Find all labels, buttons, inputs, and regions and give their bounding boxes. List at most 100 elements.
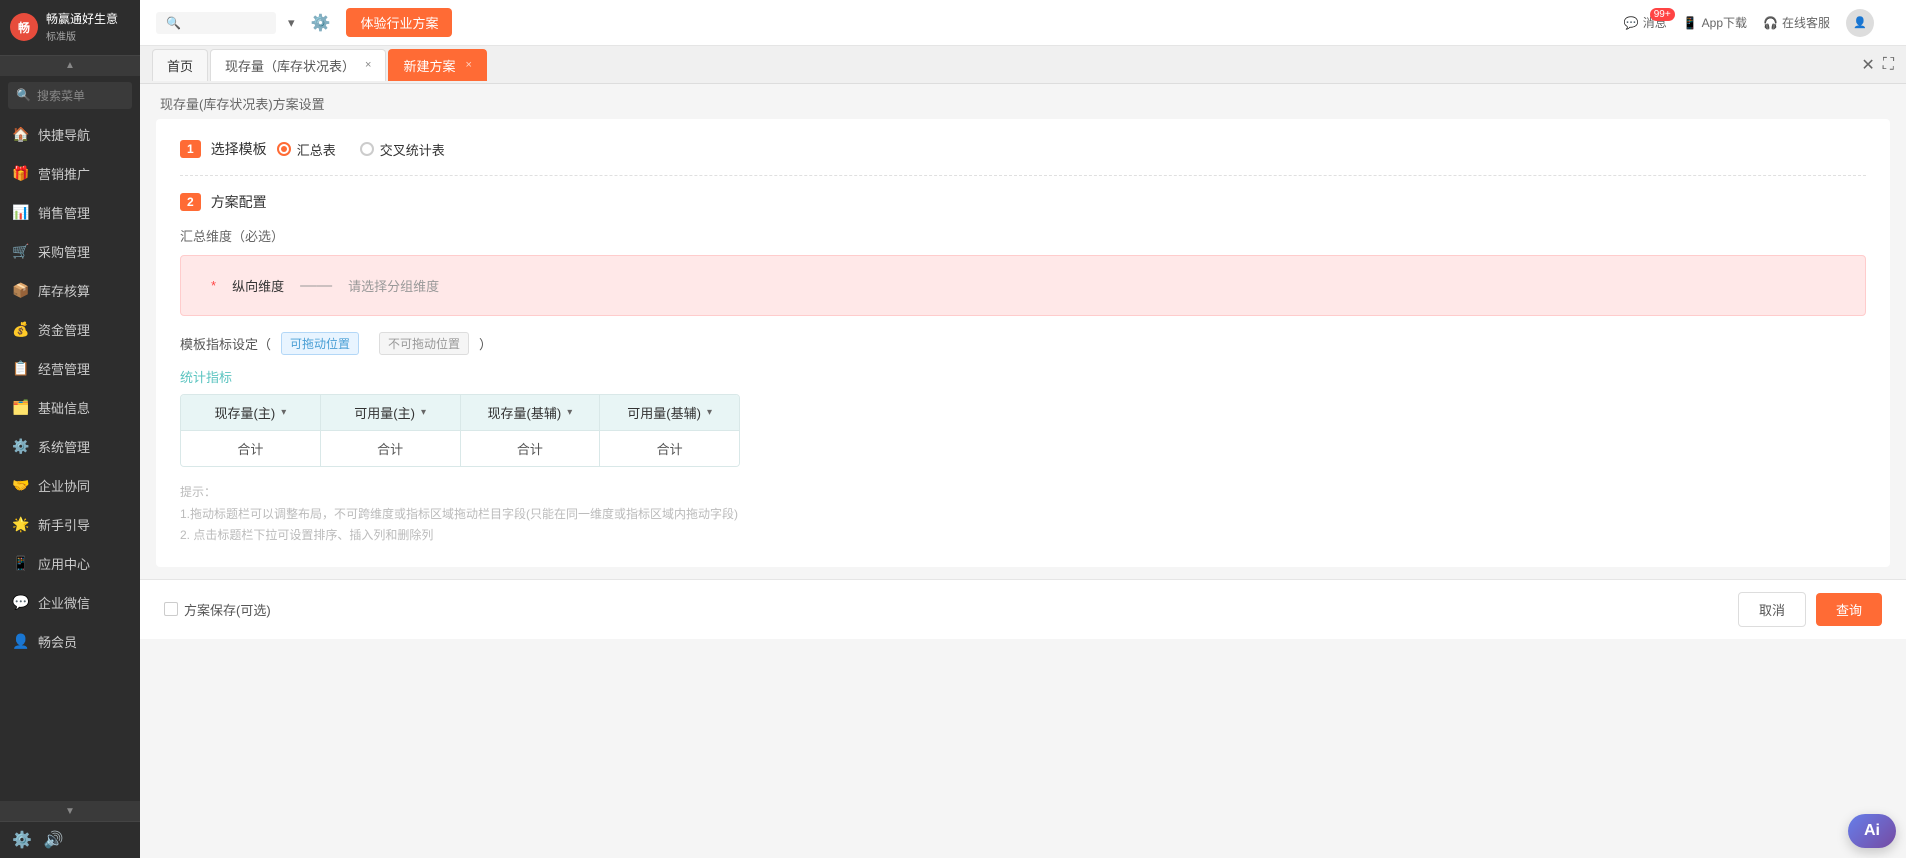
radio-summary[interactable]: 汇总表 <box>277 140 336 159</box>
app-download-btn[interactable]: 📱 App下载 <box>1683 14 1747 31</box>
ai-bubble[interactable]: Ai <box>1848 814 1896 848</box>
dimension-separator: —— <box>300 277 332 295</box>
sidebar-item-system[interactable]: ⚙️ 系统管理 <box>0 427 140 466</box>
box-icon: 📦 <box>12 281 30 299</box>
stats-col-header-3[interactable]: 可用量(基辅) ▾ <box>600 395 739 431</box>
dropdown-chevron-icon: ▾ <box>288 15 295 31</box>
sidebar-scroll-up[interactable]: ▲ <box>0 56 140 76</box>
sidebar-item-appstore[interactable]: 📱 应用中心 <box>0 544 140 583</box>
service-label: 在线客服 <box>1782 14 1830 31</box>
sidebar-item-wechat[interactable]: 💬 企业微信 <box>0 583 140 622</box>
sidebar-label-contract: 企业协同 <box>38 476 90 495</box>
sidebar-item-contract[interactable]: 🤝 企业协同 <box>0 466 140 505</box>
tab-new-plan[interactable]: 新建方案 × <box>388 49 486 81</box>
bottom-volume-icon[interactable]: 🔊 <box>44 830 64 850</box>
stats-col-header-0[interactable]: 现存量(主) ▾ <box>181 395 320 431</box>
sidebar-logo: 畅 畅赢通好生意 标准版 <box>0 0 140 56</box>
step1-header: 1 选择模板 汇总表 交叉统计表 <box>180 139 1866 159</box>
sidebar-item-guide[interactable]: 🌟 新手引导 <box>0 505 140 544</box>
chat-icon: 💬 <box>12 593 30 611</box>
not-draggable-tag: 不可拖动位置 <box>379 332 469 355</box>
sidebar-label-guide: 新手引导 <box>38 515 90 534</box>
tip-item-1: 2. 点击标题栏下拉可设置排序、插入列和删除列 <box>180 528 433 542</box>
col2-chevron-icon: ▾ <box>567 407 572 418</box>
sidebar-search[interactable]: 🔍 搜索菜单 <box>8 82 132 109</box>
tips-section: 提示： 1.拖动标题栏可以调整布局，不可跨维度或指标区域拖动栏目字段(只能在同一… <box>180 482 1866 547</box>
step2-header: 2 方案配置 <box>180 192 1866 212</box>
col3-chevron-icon: ▾ <box>707 407 712 418</box>
sidebar: 畅 畅赢通好生意 标准版 ▲ 🔍 搜索菜单 🏠 快捷导航 🎁 营销推广 📊 销售… <box>0 0 140 858</box>
step1-divider <box>180 175 1866 176</box>
search-menu-label: 搜索菜单 <box>37 87 85 104</box>
trial-btn[interactable]: 体验行业方案 <box>346 8 452 37</box>
topbar-search-area[interactable]: 🔍 <box>156 12 276 34</box>
stats-col-1: 可用量(主) ▾ 合计 <box>321 395 461 466</box>
dimension-required-mark: * <box>211 278 216 293</box>
headset-icon: 🎧 <box>1763 16 1778 30</box>
topbar-search-icon: 🔍 <box>166 16 181 30</box>
sidebar-item-member[interactable]: 👤 畅会员 <box>0 622 140 661</box>
col1-chevron-icon: ▾ <box>421 407 426 418</box>
radio-crosstab-label: 交叉统计表 <box>380 140 445 159</box>
sidebar-item-purchase[interactable]: 🛒 采购管理 <box>0 232 140 271</box>
tabbar-expand-icon[interactable]: ⛶ <box>1883 56 1894 74</box>
sidebar-item-shortcut[interactable]: 🏠 快捷导航 <box>0 115 140 154</box>
col3-summary: 合计 <box>600 431 739 466</box>
query-button[interactable]: 查询 <box>1816 593 1882 626</box>
stats-col-header-1[interactable]: 可用量(主) ▾ <box>321 395 460 431</box>
tabbar: 首页 现存量（库存状况表） × 新建方案 × ✕ ⛶ <box>140 46 1906 84</box>
sidebar-item-sales[interactable]: 📊 销售管理 <box>0 193 140 232</box>
draggable-tag: 可拖动位置 <box>281 332 359 355</box>
col0-header-label: 现存量(主) <box>215 403 276 422</box>
topbar-gear-icon[interactable]: ⚙️ <box>311 13 331 33</box>
messages-btn[interactable]: 💬 消息 99+ <box>1624 14 1667 31</box>
sidebar-item-inventory[interactable]: 📦 库存核算 <box>0 271 140 310</box>
dimension-name: 纵向维度 <box>232 276 284 295</box>
stats-col-header-2[interactable]: 现存量(基辅) ▾ <box>461 395 600 431</box>
app-name: 畅赢通好生意 <box>46 12 118 28</box>
sidebar-item-basic[interactable]: 🗂️ 基础信息 <box>0 388 140 427</box>
tab-inventory-close-icon[interactable]: × <box>365 59 371 71</box>
save-option[interactable]: 方案保存(可选) <box>164 600 271 619</box>
sidebar-label-operation: 经营管理 <box>38 359 90 378</box>
sidebar-label-wechat: 企业微信 <box>38 593 90 612</box>
bottom-gear-icon[interactable]: ⚙️ <box>12 830 32 850</box>
step2-badge: 2 <box>180 193 201 211</box>
tab-inventory-status[interactable]: 现存量（库存状况表） × <box>210 49 386 81</box>
tabbar-close-icon[interactable]: ✕ <box>1861 55 1874 75</box>
sidebar-item-marketing[interactable]: 🎁 营销推广 <box>0 154 140 193</box>
content-area: 现存量(库存状况表)方案设置 1 选择模板 汇总表 交叉统计表 <box>140 84 1906 858</box>
cancel-button[interactable]: 取消 <box>1738 592 1806 627</box>
template-radio-group: 汇总表 交叉统计表 <box>277 140 445 159</box>
tab-new-plan-close-icon[interactable]: × <box>465 59 471 71</box>
step2-title: 方案配置 <box>211 192 267 212</box>
sidebar-item-finance[interactable]: 💰 资金管理 <box>0 310 140 349</box>
sidebar-scroll-down[interactable]: ▼ <box>0 801 140 821</box>
radio-summary-label: 汇总表 <box>297 140 336 159</box>
chart-icon: 📊 <box>12 203 30 221</box>
dimension-area[interactable]: * 纵向维度 —— 请选择分组维度 <box>180 255 1866 316</box>
step1-title: 选择模板 <box>211 139 267 159</box>
col3-header-label: 可用量(基辅) <box>627 403 701 422</box>
col1-summary: 合计 <box>321 431 460 466</box>
save-checkbox[interactable] <box>164 602 178 616</box>
service-btn[interactable]: 🎧 在线客服 <box>1763 14 1830 31</box>
bottom-bar: 方案保存(可选) 取消 查询 <box>140 579 1906 639</box>
radio-crosstab-circle <box>360 142 374 156</box>
phone-icon: 📱 <box>12 554 30 572</box>
action-buttons: 取消 查询 <box>1738 592 1882 627</box>
indicator-settings: 模板指标设定（ 可拖动位置 不可拖动位置 ） <box>180 332 1866 355</box>
gift-icon: 🎁 <box>12 164 30 182</box>
stats-col-3: 可用量(基辅) ▾ 合计 <box>600 395 739 466</box>
radio-summary-circle <box>277 142 291 156</box>
sidebar-label-sales: 销售管理 <box>38 203 90 222</box>
radio-crosstab[interactable]: 交叉统计表 <box>360 140 445 159</box>
search-icon: 🔍 <box>16 88 31 102</box>
messages-badge: 99+ <box>1650 8 1675 21</box>
tab-home[interactable]: 首页 <box>152 49 208 81</box>
main-area: 🔍 ▾ ⚙️ 体验行业方案 💬 消息 99+ 📱 App下载 🎧 在线客服 👤 <box>140 0 1906 858</box>
tab-home-label: 首页 <box>167 56 193 75</box>
sidebar-item-operation[interactable]: 📋 经营管理 <box>0 349 140 388</box>
user-avatar[interactable]: 👤 <box>1846 9 1874 37</box>
topbar-dropdown[interactable]: ▾ <box>288 15 295 31</box>
